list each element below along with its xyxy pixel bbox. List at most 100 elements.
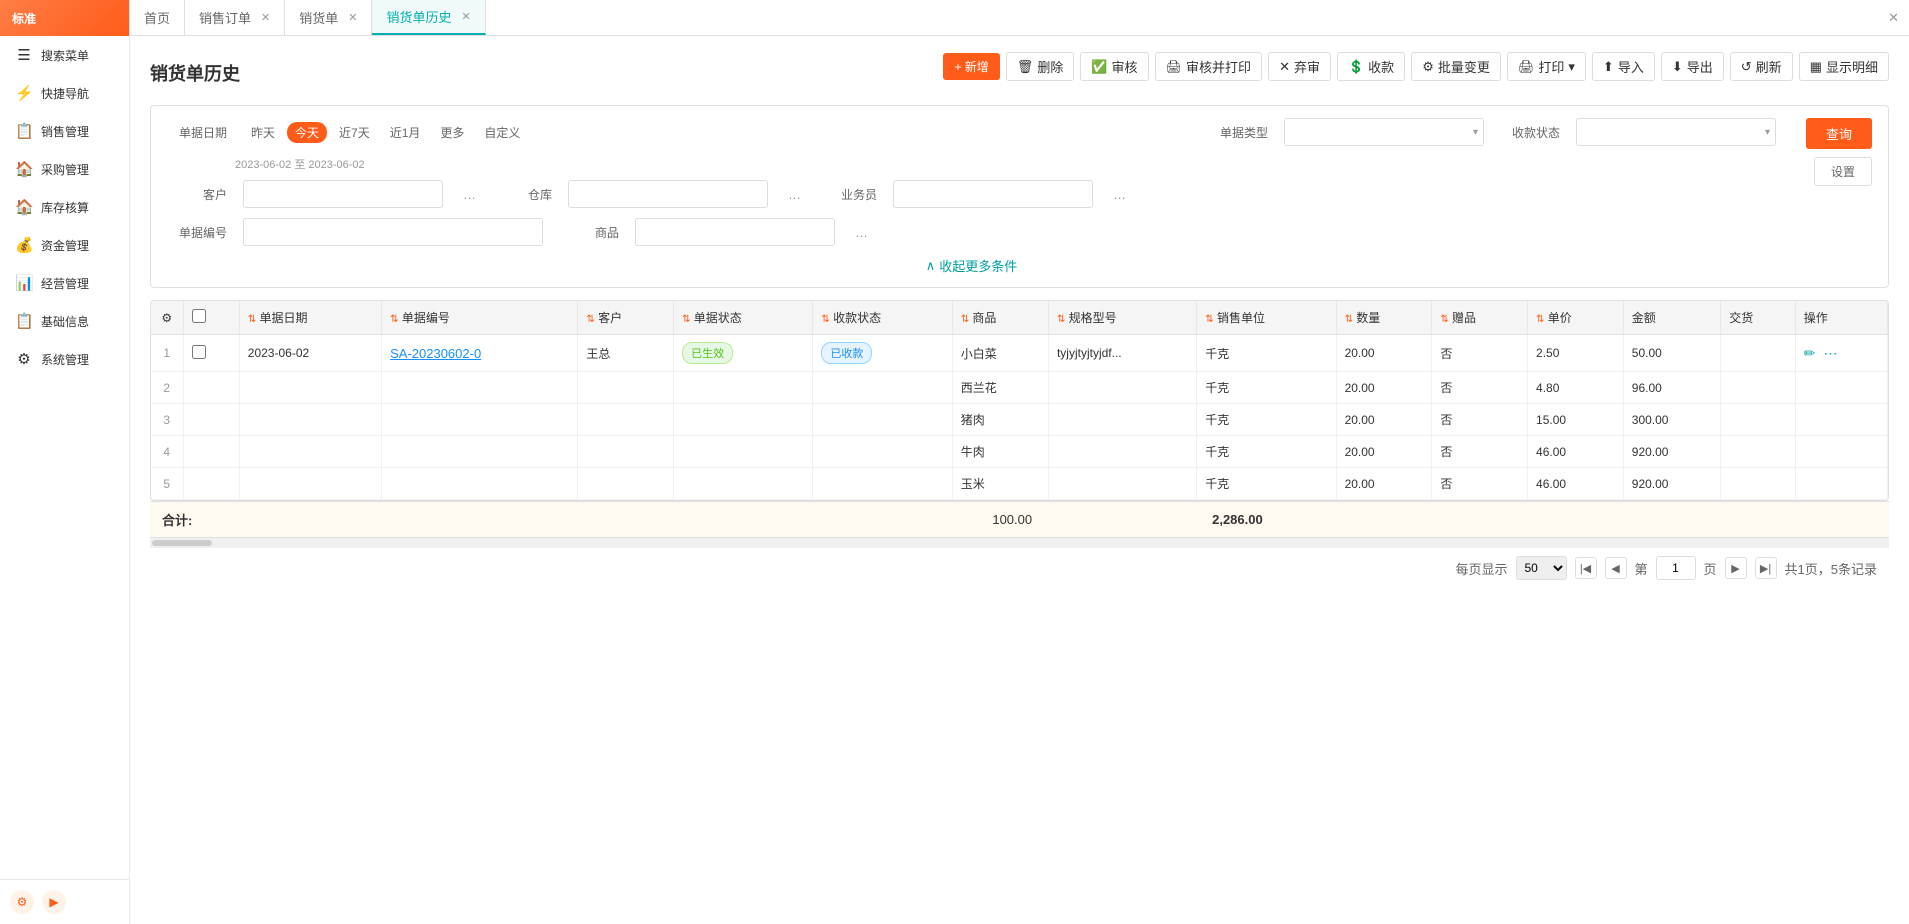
audit-print-button[interactable]: 🖨 审核并打印 bbox=[1155, 52, 1263, 81]
sidebar-item-quick-nav[interactable]: ⚡ 快捷导航 bbox=[0, 74, 129, 112]
tab-sales-goods-close[interactable]: ✕ bbox=[348, 11, 357, 24]
cell-goods: 小白菜 bbox=[952, 335, 1048, 372]
audit-button[interactable]: ✅ 审核 bbox=[1080, 52, 1148, 81]
cell-payment-status bbox=[813, 404, 952, 436]
doc-number-link[interactable]: SA-20230602-0 bbox=[390, 346, 481, 361]
query-button[interactable]: 查询 bbox=[1806, 118, 1872, 149]
business-dots[interactable]: … bbox=[1113, 187, 1126, 202]
sidebar-settings-btn[interactable]: ⚙ bbox=[10, 890, 34, 914]
goods-dots[interactable]: … bbox=[855, 225, 868, 240]
refresh-button[interactable]: ↺ 刷新 bbox=[1730, 52, 1793, 81]
sort-date-icon[interactable]: ⇅ bbox=[248, 314, 256, 325]
export-button[interactable]: ⬇ 导出 bbox=[1661, 52, 1724, 81]
row-checkbox[interactable] bbox=[192, 345, 206, 359]
import-icon: ⬆ bbox=[1603, 59, 1614, 75]
tab-home[interactable]: 首页 bbox=[130, 0, 185, 35]
cell-doc-status bbox=[674, 436, 813, 468]
cell-price: 46.00 bbox=[1528, 468, 1624, 500]
sidebar-item-search-menu[interactable]: ☰ 搜索菜单 bbox=[0, 36, 129, 74]
date-btn-more[interactable]: 更多 bbox=[432, 122, 472, 143]
per-page-label: 每页显示 bbox=[1455, 559, 1507, 578]
sort-docnum-icon[interactable]: ⇅ bbox=[390, 314, 398, 325]
last-page-btn[interactable]: ▶| bbox=[1755, 557, 1777, 579]
payment-status-select[interactable] bbox=[1576, 118, 1776, 146]
prev-page-btn[interactable]: ◀ bbox=[1605, 557, 1627, 579]
data-table-container: ⚙ ⇅ 单据日期 ⇅ 单据编号 ⇅ 客户 ⇅ 单据状态 ⇅ 收款状态 ⇅ 商品 … bbox=[150, 300, 1889, 501]
tab-sales-history-close[interactable]: ✕ bbox=[462, 10, 471, 23]
sort-customer-icon[interactable]: ⇅ bbox=[586, 314, 594, 325]
doc-number-input[interactable] bbox=[243, 218, 543, 246]
horizontal-scrollbar[interactable] bbox=[150, 537, 1889, 547]
per-page-select[interactable]: 50 100 200 bbox=[1516, 556, 1567, 580]
goods-input[interactable] bbox=[635, 218, 835, 246]
sidebar-collapse-btn[interactable]: ▶ bbox=[42, 890, 66, 914]
collect-button[interactable]: 💲 收款 bbox=[1337, 52, 1405, 81]
sort-goods-icon[interactable]: ⇅ bbox=[961, 314, 969, 325]
warehouse-dots[interactable]: … bbox=[788, 187, 801, 202]
cell-index: 3 bbox=[151, 404, 183, 436]
show-detail-button[interactable]: ▦ 显示明细 bbox=[1799, 52, 1889, 81]
customer-dots[interactable]: … bbox=[463, 187, 476, 202]
sidebar-item-basic-info[interactable]: 📋 基础信息 bbox=[0, 302, 129, 340]
cell-amount: 920.00 bbox=[1623, 468, 1721, 500]
filter-section: 单据日期 昨天 今天 近7天 近1月 更多 自定义 单据类型 bbox=[150, 105, 1889, 288]
page-input[interactable] bbox=[1656, 556, 1696, 580]
sidebar-item-purchase-mgmt[interactable]: 🏠 采购管理 bbox=[0, 150, 129, 188]
delete-button[interactable]: 🗑 删除 bbox=[1006, 52, 1075, 81]
next-page-btn[interactable]: ▶ bbox=[1725, 557, 1747, 579]
date-btn-7days[interactable]: 近7天 bbox=[331, 122, 378, 143]
cell-index: 2 bbox=[151, 372, 183, 404]
date-btn-custom[interactable]: 自定义 bbox=[476, 122, 528, 143]
sort-paystatus-icon[interactable]: ⇅ bbox=[821, 314, 829, 325]
select-all-checkbox[interactable] bbox=[192, 309, 206, 323]
filter-actions: 查询 设置 bbox=[1792, 118, 1872, 186]
tab-bar-close-all[interactable]: ✕ bbox=[1888, 10, 1909, 26]
new-button[interactable]: + 新增 bbox=[943, 53, 999, 80]
edit-icon[interactable]: ✏ bbox=[1804, 345, 1816, 362]
date-btn-today[interactable]: 今天 bbox=[287, 122, 327, 143]
tab-sales-order-close[interactable]: ✕ bbox=[261, 11, 270, 24]
business-input[interactable] bbox=[893, 180, 1093, 208]
cell-index: 4 bbox=[151, 436, 183, 468]
date-btn-yesterday[interactable]: 昨天 bbox=[243, 122, 283, 143]
scroll-thumb[interactable] bbox=[152, 540, 212, 546]
tab-sales-history[interactable]: 销货单历史 ✕ bbox=[372, 0, 485, 35]
import-button[interactable]: ⬆ 导入 bbox=[1592, 52, 1655, 81]
first-page-btn[interactable]: |◀ bbox=[1575, 557, 1597, 579]
cell-date bbox=[239, 404, 381, 436]
date-btn-1month[interactable]: 近1月 bbox=[382, 122, 429, 143]
customer-input[interactable] bbox=[243, 180, 443, 208]
table-row: 12023-06-02SA-20230602-0王总已生效已收款小白菜tyjyj… bbox=[151, 335, 1888, 372]
cell-doc-status bbox=[674, 404, 813, 436]
sidebar-item-sales-mgmt[interactable]: 📋 销售管理 bbox=[0, 112, 129, 150]
cell-customer bbox=[578, 468, 674, 500]
sort-price-icon[interactable]: ⇅ bbox=[1536, 314, 1544, 325]
cell-payment-status bbox=[813, 436, 952, 468]
th-checkbox bbox=[183, 301, 239, 335]
sort-gift-icon[interactable]: ⇅ bbox=[1440, 314, 1448, 325]
collect-icon: 💲 bbox=[1348, 59, 1364, 75]
sidebar-item-system-mgmt[interactable]: ⚙ 系统管理 bbox=[0, 340, 129, 378]
abandon-button[interactable]: ✕ 弃审 bbox=[1268, 52, 1331, 81]
tab-sales-order[interactable]: 销售订单 ✕ bbox=[185, 0, 285, 35]
more-icon[interactable]: ⋯ bbox=[1823, 345, 1837, 362]
th-price: ⇅ 单价 bbox=[1528, 301, 1624, 335]
tab-sales-goods[interactable]: 销货单 ✕ bbox=[285, 0, 372, 35]
sidebar-item-operations[interactable]: 📊 经营管理 bbox=[0, 264, 129, 302]
batch-change-button[interactable]: ⚙ 批量变更 bbox=[1411, 52, 1501, 81]
doc-type-select[interactable] bbox=[1284, 118, 1484, 146]
sidebar-item-inventory[interactable]: 🏠 库存核算 bbox=[0, 188, 129, 226]
sort-unit-icon[interactable]: ⇅ bbox=[1205, 314, 1213, 325]
sidebar-item-finance[interactable]: 💰 资金管理 bbox=[0, 226, 129, 264]
sort-qty-icon[interactable]: ⇅ bbox=[1345, 314, 1353, 325]
sort-spec-icon[interactable]: ⇅ bbox=[1057, 314, 1065, 325]
collapse-btn[interactable]: ∧ 收起更多条件 bbox=[167, 256, 1776, 275]
print-button[interactable]: 🖨 打印 ▾ bbox=[1507, 52, 1586, 81]
tab-sales-history-label: 销货单历史 bbox=[386, 7, 451, 26]
th-settings[interactable]: ⚙ bbox=[151, 301, 183, 335]
sort-docstatus-icon[interactable]: ⇅ bbox=[682, 314, 690, 325]
cell-checkbox bbox=[183, 404, 239, 436]
warehouse-input[interactable] bbox=[568, 180, 768, 208]
settings-button[interactable]: 设置 bbox=[1814, 157, 1872, 186]
cell-index: 1 bbox=[151, 335, 183, 372]
